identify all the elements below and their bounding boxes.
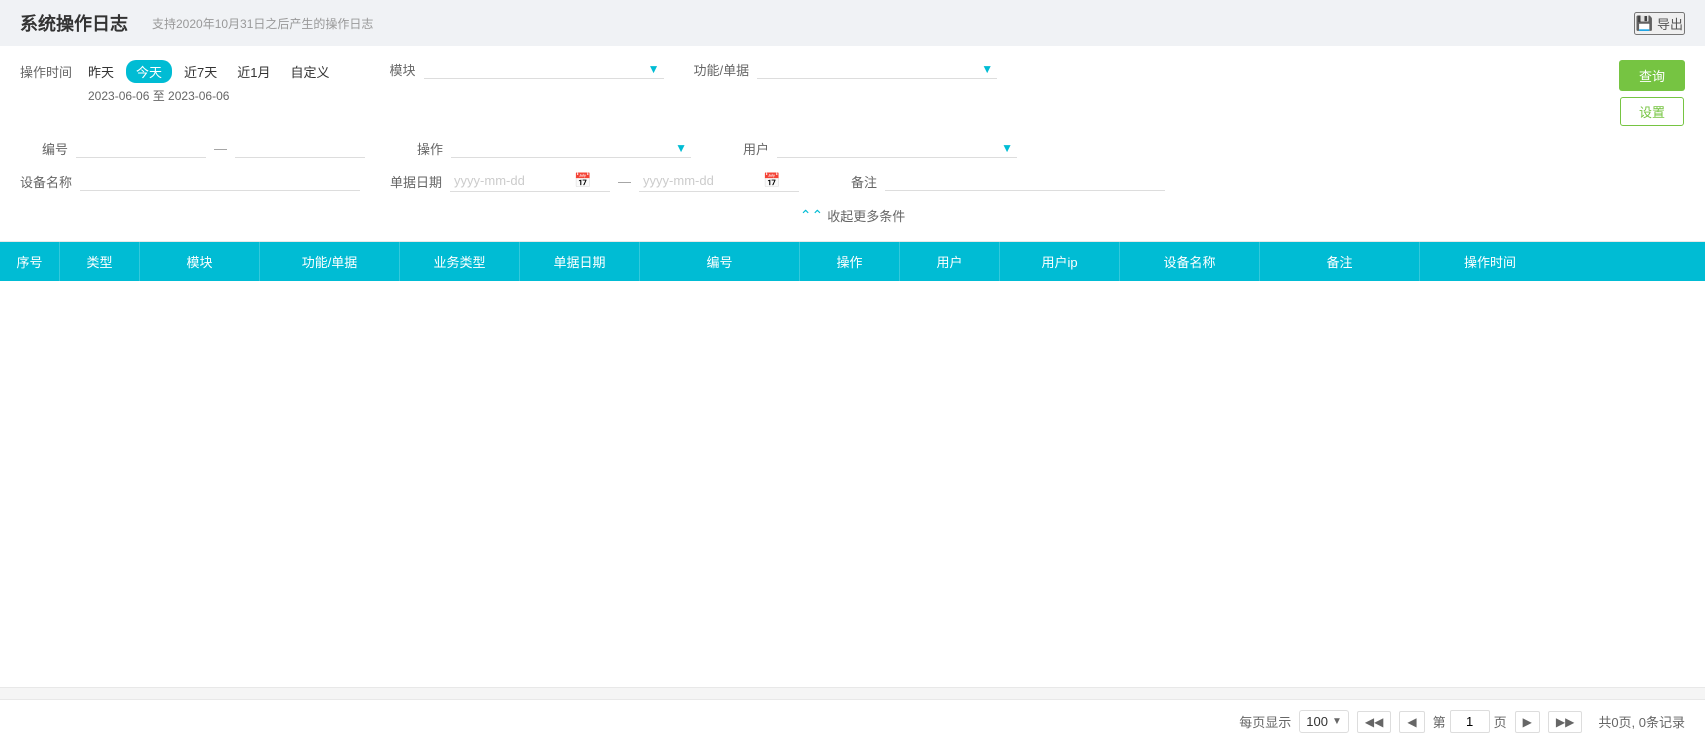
first-page-button[interactable]: ◀◀ (1357, 711, 1391, 733)
calendar-end-icon[interactable]: 📅 (763, 172, 780, 189)
user-select[interactable]: ▼ (777, 139, 1017, 158)
device-input[interactable] (80, 171, 360, 191)
table-header: 序号 类型 模块 功能/单据 业务类型 单据日期 编号 操作 用户 用户ip 设… (0, 242, 1705, 281)
th-number: 编号 (640, 242, 800, 281)
export-button[interactable]: 💾 导出 (1634, 12, 1685, 35)
next-page-button[interactable]: ▶ (1515, 711, 1540, 733)
horizontal-scrollbar[interactable] (0, 687, 1705, 699)
date-end-input[interactable] (643, 173, 763, 188)
table-body (0, 281, 1705, 687)
function-dropdown-icon: ▼ (981, 62, 993, 76)
module-select[interactable]: ▼ (424, 60, 664, 79)
th-op-time: 操作时间 (1420, 242, 1560, 281)
user-label: 用户 (721, 139, 777, 158)
th-function: 功能/单据 (260, 242, 400, 281)
operation-dropdown-icon: ▼ (675, 141, 687, 155)
operation-select[interactable]: ▼ (451, 139, 691, 158)
user-dropdown-icon: ▼ (1001, 141, 1013, 155)
operation-label: 操作 (395, 139, 451, 158)
page-subtitle: 支持2020年10月31日之后产生的操作日志 (152, 15, 373, 32)
prev-page-button[interactable]: ◀ (1399, 711, 1424, 733)
page-title: 系统操作日志 (20, 10, 128, 36)
date-dash: — (610, 174, 639, 189)
filter-area: 操作时间 昨天 今天 近7天 近1月 自定义 2023-06-06 至 2023… (0, 46, 1705, 242)
collapse-button[interactable]: ⌃⌃ 收起更多条件 (800, 206, 905, 225)
page-total: 共0页, 0条记录 (1598, 712, 1685, 731)
time-today[interactable]: 今天 (126, 60, 172, 83)
time-label: 操作时间 (20, 62, 80, 81)
page-input[interactable] (1450, 710, 1490, 733)
page-label: 第 (1433, 712, 1446, 731)
time-range-text: 2023-06-06 至 2023-06-06 (88, 89, 229, 103)
last-page-button[interactable]: ▶▶ (1548, 711, 1582, 733)
date-start-wrap: 📅 (450, 170, 610, 192)
number-label: 编号 (20, 139, 76, 158)
action-buttons: 查询 设置 (1619, 60, 1685, 126)
th-device: 设备名称 (1120, 242, 1260, 281)
page-info: 第 页 (1433, 710, 1507, 733)
pagination: 每页显示 100 ▼ ◀◀ ◀ 第 页 ▶ ▶▶ 共0页, 0条记录 (0, 699, 1705, 743)
remark-label: 备注 (829, 172, 885, 191)
voucher-date-label: 单据日期 (390, 172, 450, 191)
time-yesterday[interactable]: 昨天 (80, 60, 122, 83)
th-user: 用户 (900, 242, 1000, 281)
remark-input[interactable] (885, 171, 1165, 191)
time-1month[interactable]: 近1月 (229, 60, 278, 83)
module-label: 模块 (368, 60, 424, 79)
number-input-start[interactable] (76, 138, 206, 158)
number-input-end[interactable] (235, 138, 365, 158)
th-module: 模块 (140, 242, 260, 281)
calendar-start-icon[interactable]: 📅 (574, 172, 591, 189)
date-start-input[interactable] (454, 173, 574, 188)
query-button[interactable]: 查询 (1619, 60, 1685, 91)
per-page-value: 100 (1306, 714, 1328, 729)
number-dash: — (206, 141, 235, 156)
page-header: 系统操作日志 支持2020年10月31日之后产生的操作日志 💾 导出 (0, 0, 1705, 46)
function-select[interactable]: ▼ (757, 60, 997, 79)
time-7days[interactable]: 近7天 (176, 60, 225, 83)
per-page-label: 每页显示 (1239, 712, 1291, 731)
function-label: 功能/单据 (694, 60, 758, 79)
module-dropdown-icon: ▼ (648, 62, 660, 76)
th-remark: 备注 (1260, 242, 1420, 281)
export-icon: 💾 (1636, 15, 1653, 32)
th-index: 序号 (0, 242, 60, 281)
device-label: 设备名称 (20, 172, 80, 191)
th-voucher-date: 单据日期 (520, 242, 640, 281)
th-biz-type: 业务类型 (400, 242, 520, 281)
th-type: 类型 (60, 242, 140, 281)
per-page-select[interactable]: 100 ▼ (1299, 710, 1349, 733)
th-operation: 操作 (800, 242, 900, 281)
time-options: 昨天 今天 近7天 近1月 自定义 (80, 60, 338, 83)
th-user-ip: 用户ip (1000, 242, 1120, 281)
collapse-icon: ⌃⌃ (800, 207, 823, 224)
per-page-arrow: ▼ (1332, 716, 1342, 727)
page-unit: 页 (1494, 712, 1507, 731)
date-end-wrap: 📅 (639, 170, 799, 192)
settings-button[interactable]: 设置 (1620, 97, 1684, 126)
time-custom[interactable]: 自定义 (283, 60, 338, 83)
collapse-row: ⌃⌃ 收起更多条件 (20, 200, 1685, 231)
table-container: 序号 类型 模块 功能/单据 业务类型 单据日期 编号 操作 用户 用户ip 设… (0, 242, 1705, 687)
